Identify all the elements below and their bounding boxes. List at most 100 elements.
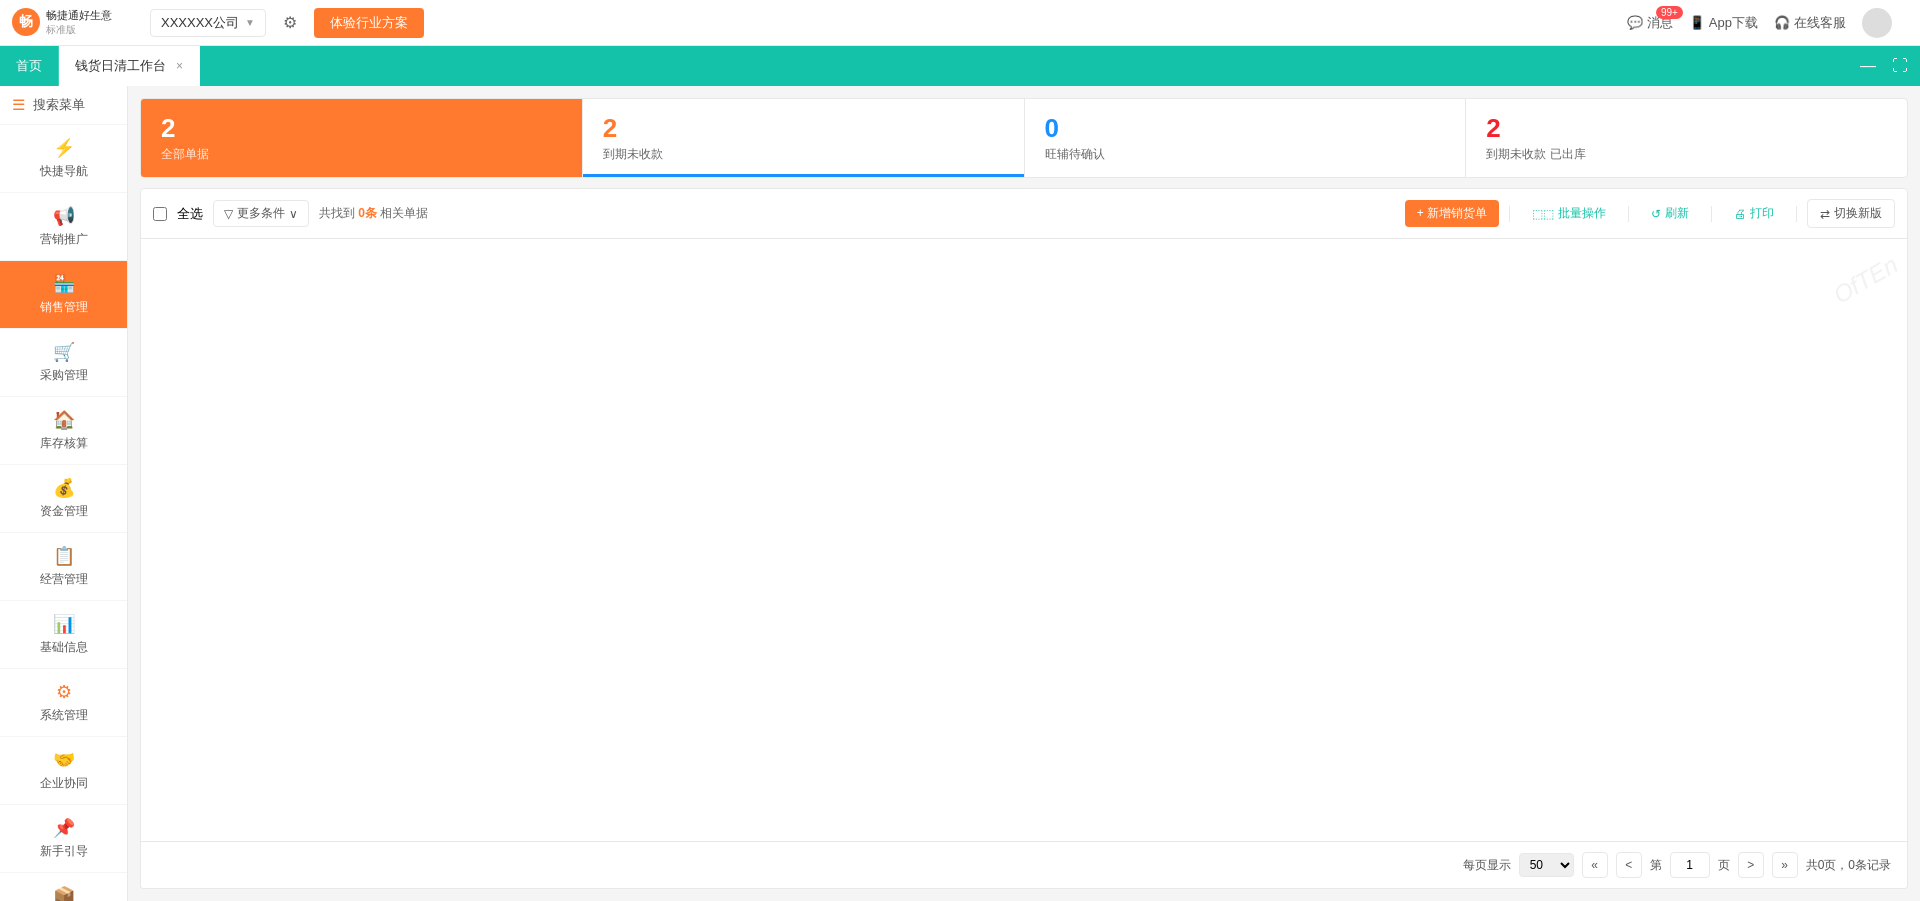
total-records-text: 共0页，0条记录 xyxy=(1806,857,1891,874)
stat-number-all: 2 xyxy=(161,113,562,144)
download-icon: 📱 xyxy=(1689,15,1705,30)
page-label: 第 xyxy=(1650,857,1662,874)
basic-info-icon: 📊 xyxy=(53,613,75,635)
filter-label: 更多条件 xyxy=(237,205,285,222)
stat-card-all[interactable]: 2 全部单据 xyxy=(141,99,583,177)
purchase-icon: 🛒 xyxy=(53,341,75,363)
sidebar-item-quick-nav[interactable]: ⚡ 快捷导航 xyxy=(0,125,127,193)
batch-operation-button[interactable]: ⬚⬚ 批量操作 xyxy=(1520,200,1618,227)
sidebar-item-cooperation[interactable]: 🤝 企业协同 xyxy=(0,737,127,805)
sidebar-item-sales[interactable]: 🏪 销售管理 xyxy=(0,261,127,329)
toolbar: 全选 ▽ 更多条件 ∨ 共找到 0条 相关单据 + 新增销货单 ⬚⬚ xyxy=(140,188,1908,239)
select-all-label: 全选 xyxy=(177,205,203,223)
toolbar-divider-3 xyxy=(1711,206,1712,222)
service-icon: 🎧 xyxy=(1774,15,1790,30)
message-button[interactable]: 💬 消息 99+ xyxy=(1627,14,1673,32)
first-page-button[interactable]: « xyxy=(1582,852,1608,878)
stat-label-overdue: 到期未收款 xyxy=(603,146,1004,163)
finance-icon: 💰 xyxy=(53,477,75,499)
sales-label: 销售管理 xyxy=(40,299,88,316)
tab-bar-actions: — ⛶ xyxy=(1856,46,1920,86)
stat-label-all: 全部单据 xyxy=(161,146,562,163)
app-download-button[interactable]: 📱 App下载 xyxy=(1689,14,1758,32)
tab-bar: 首页 钱货日清工作台 × — ⛶ xyxy=(0,46,1920,86)
batch-icon: ⬚⬚ xyxy=(1532,207,1554,221)
page-number-input[interactable] xyxy=(1670,852,1710,878)
tab-minimize-icon[interactable]: — xyxy=(1856,53,1880,79)
sidebar-item-basic-info[interactable]: 📊 基础信息 xyxy=(0,601,127,669)
sidebar-item-guide[interactable]: 📌 新手引导 xyxy=(0,805,127,873)
sidebar-item-finance[interactable]: 💰 资金管理 xyxy=(0,465,127,533)
marketing-icon: 📢 xyxy=(53,205,75,227)
page-size-label: 每页显示 xyxy=(1463,857,1511,874)
operation-icon: 📋 xyxy=(53,545,75,567)
result-text: 共找到 0条 相关单据 xyxy=(319,205,428,222)
sidebar-item-marketing[interactable]: 📢 营销推广 xyxy=(0,193,127,261)
quick-nav-icon: ⚡ xyxy=(53,137,75,159)
filter-button[interactable]: ▽ 更多条件 ∨ xyxy=(213,200,309,227)
prev-page-button[interactable]: < xyxy=(1616,852,1642,878)
stat-card-not-shipped[interactable]: 2 到期未收款 已出库 xyxy=(1466,99,1907,177)
sidebar-item-purchase[interactable]: 🛒 采购管理 xyxy=(0,329,127,397)
guide-icon: 📌 xyxy=(53,817,75,839)
message-icon: 💬 xyxy=(1627,15,1643,30)
logo-area: 畅 畅捷通好生意 标准版 xyxy=(12,8,140,36)
filter-arrow-icon: ∨ xyxy=(289,207,298,221)
company-selector[interactable]: XXXXXX公司 ▼ xyxy=(150,9,266,37)
next-page-button[interactable]: > xyxy=(1738,852,1764,878)
finance-label: 资金管理 xyxy=(40,503,88,520)
switch-icon: ⇄ xyxy=(1820,207,1830,221)
print-button[interactable]: 🖨 打印 xyxy=(1722,200,1786,227)
stat-card-overdue[interactable]: 2 到期未收款 xyxy=(583,99,1025,177)
operation-label: 经营管理 xyxy=(40,571,88,588)
sidebar-item-system[interactable]: ⚙ 系统管理 xyxy=(0,669,127,737)
refresh-button[interactable]: ↺ 刷新 xyxy=(1639,200,1701,227)
add-sale-button[interactable]: + 新增销货单 xyxy=(1405,200,1499,227)
tab-maximize-icon[interactable]: ⛶ xyxy=(1888,53,1912,79)
print-icon: 🖨 xyxy=(1734,207,1746,221)
header-right: 💬 消息 99+ 📱 App下载 🎧 在线客服 xyxy=(1627,8,1908,38)
chevron-down-icon: ▼ xyxy=(245,17,255,28)
last-page-button[interactable]: » xyxy=(1772,852,1798,878)
refresh-icon: ↺ xyxy=(1651,207,1661,221)
experience-button[interactable]: 体验行业方案 xyxy=(314,8,424,38)
marketing-label: 营销推广 xyxy=(40,231,88,248)
inventory-label: 库存核算 xyxy=(40,435,88,452)
sidebar-item-app-center[interactable]: 📦 应用中心 xyxy=(0,873,127,901)
page-size-select[interactable]: 10 20 50 100 xyxy=(1519,853,1574,877)
settings-button[interactable]: ⚙ xyxy=(274,7,306,39)
cooperation-label: 企业协同 xyxy=(40,775,88,792)
app-tag: 标准版 xyxy=(46,23,112,37)
home-tab-label: 首页 xyxy=(16,57,42,75)
top-header: 畅 畅捷通好生意 标准版 XXXXXX公司 ▼ ⚙ 体验行业方案 💬 消息 99… xyxy=(0,0,1920,46)
online-service-button[interactable]: 🎧 在线客服 xyxy=(1774,14,1846,32)
basic-info-label: 基础信息 xyxy=(40,639,88,656)
search-icon: ☰ xyxy=(12,96,25,114)
avatar[interactable] xyxy=(1862,8,1892,38)
app-center-icon: 📦 xyxy=(53,885,75,901)
stats-row: 2 全部单据 2 到期未收款 0 旺辅待确认 2 到期未收款 已出库 xyxy=(140,98,1908,178)
stat-label-wangdian: 旺辅待确认 xyxy=(1045,146,1446,163)
sidebar: ☰ 搜索菜单 ⚡ 快捷导航 📢 营销推广 🏪 销售管理 🛒 采购管理 🏠 库存核… xyxy=(0,86,128,901)
pagination: 每页显示 10 20 50 100 « < 第 页 > » 共0页，0条记录 xyxy=(141,841,1907,888)
toolbar-divider-2 xyxy=(1628,206,1629,222)
sidebar-item-operation[interactable]: 📋 经营管理 xyxy=(0,533,127,601)
main-content: 2 全部单据 2 到期未收款 0 旺辅待确认 2 到期未收款 已出库 xyxy=(128,86,1920,901)
tab-close-icon[interactable]: × xyxy=(176,59,183,73)
switch-version-button[interactable]: ⇄ 切换新版 xyxy=(1807,199,1895,228)
sidebar-item-inventory[interactable]: 🏠 库存核算 xyxy=(0,397,127,465)
stat-number-wangdian: 0 xyxy=(1045,113,1446,144)
cooperation-icon: 🤝 xyxy=(53,749,75,771)
tab-home[interactable]: 首页 xyxy=(0,46,59,86)
purchase-label: 采购管理 xyxy=(40,367,88,384)
company-name: XXXXXX公司 xyxy=(161,14,239,32)
app-logo: 畅 xyxy=(12,8,40,36)
system-icon: ⚙ xyxy=(56,681,72,703)
select-all-checkbox[interactable] xyxy=(153,207,167,221)
stat-card-wangdian[interactable]: 0 旺辅待确认 xyxy=(1025,99,1467,177)
sidebar-search[interactable]: ☰ 搜索菜单 xyxy=(0,86,127,125)
page-unit: 页 xyxy=(1718,857,1730,874)
toolbar-divider-4 xyxy=(1796,206,1797,222)
tab-cashflow[interactable]: 钱货日清工作台 × xyxy=(59,46,200,86)
stat-number-overdue: 2 xyxy=(603,113,1004,144)
